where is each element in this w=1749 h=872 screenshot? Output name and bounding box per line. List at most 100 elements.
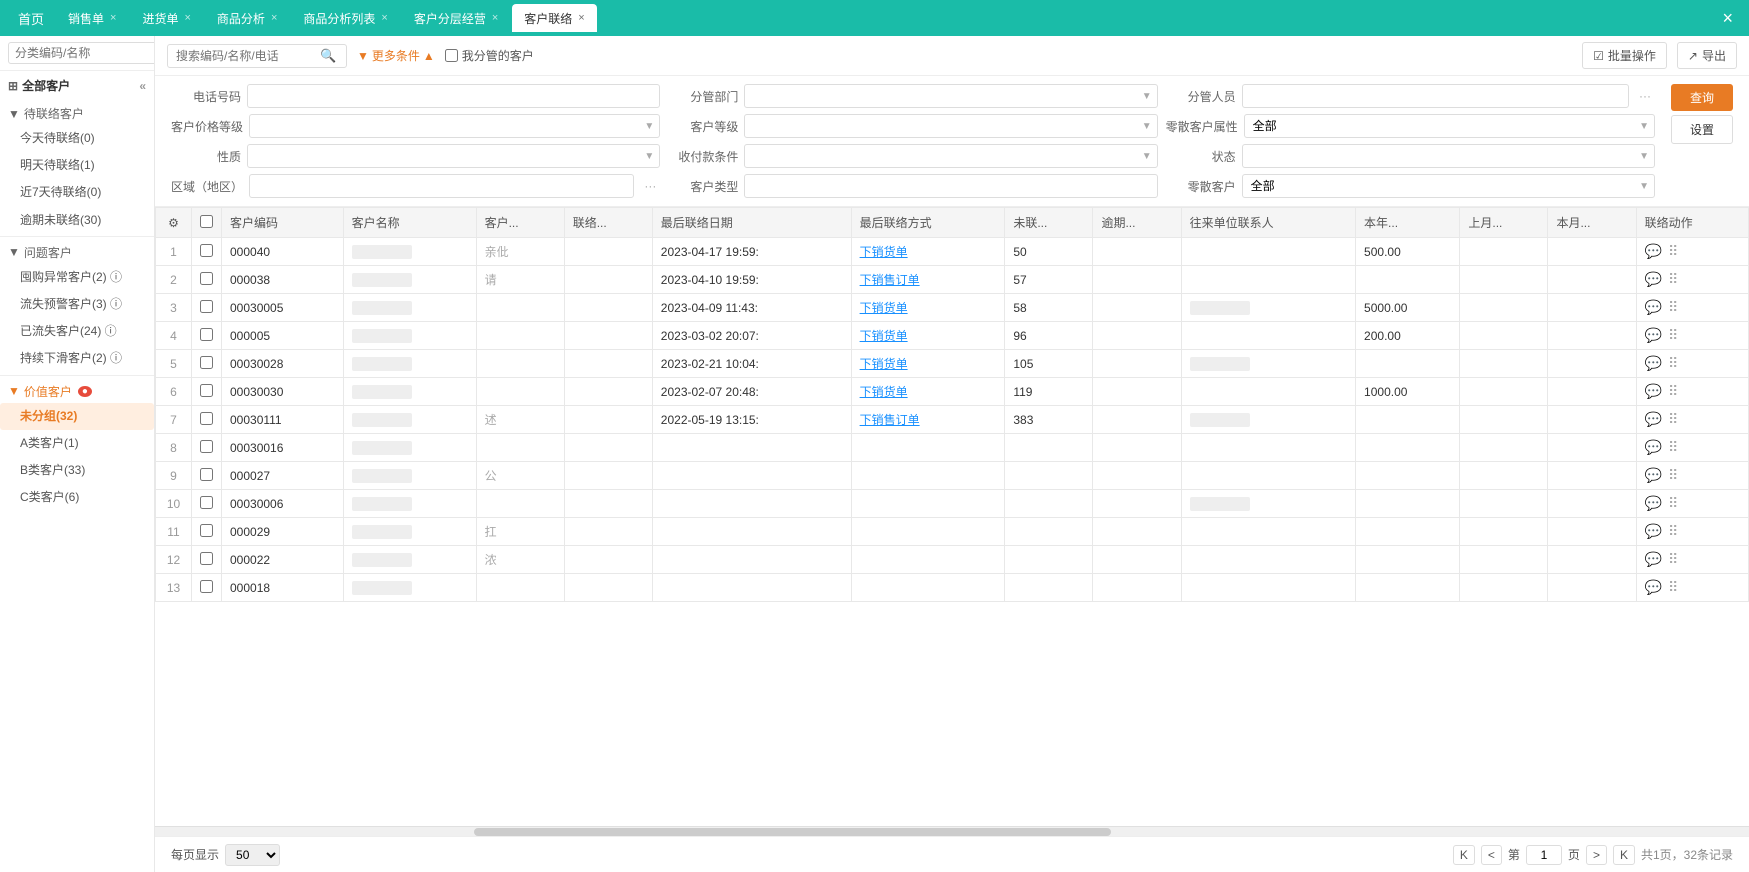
scatter-attr-select[interactable]: 全部 [1244,114,1655,138]
grid-action-icon[interactable]: ⠿ [1668,523,1678,540]
last-page-btn[interactable]: K [1613,845,1635,865]
nav-tab-goods-list[interactable]: 商品分析列表 × [291,4,399,32]
page-number-input[interactable] [1526,845,1562,865]
grid-action-icon[interactable]: ⠿ [1668,299,1678,316]
chat-icon[interactable]: 💬 [1645,355,1662,372]
nav-tab-goods-analysis[interactable]: 商品分析 × [205,4,289,32]
grid-action-icon[interactable]: ⠿ [1668,271,1678,288]
my-customers-checkbox[interactable] [445,49,458,62]
chat-icon[interactable]: 💬 [1645,383,1662,400]
close-customer-layer-tab[interactable]: × [492,12,498,24]
grid-action-icon[interactable]: ⠿ [1668,355,1678,372]
grid-action-icon[interactable]: ⠿ [1668,467,1678,484]
payment-select[interactable] [744,144,1157,168]
phone-input[interactable] [247,84,660,108]
row-check[interactable] [192,266,222,294]
nav-tab-purchase[interactable]: 进货单 × [130,4,202,32]
chat-icon[interactable]: 💬 [1645,299,1662,316]
row-check[interactable] [192,294,222,322]
col-check-all[interactable] [192,208,222,238]
sidebar-group-problem[interactable]: ▼ 问题客户 [0,239,154,264]
nav-tab-sales[interactable]: 销售单 × [56,4,128,32]
prev-page-btn[interactable]: < [1481,845,1502,865]
sidebar-item-churn-warn[interactable]: 流失预警客户(3) ⓘ [0,291,154,318]
row-check[interactable] [192,350,222,378]
nav-tab-customer-contact[interactable]: 客户联络 × [512,4,596,32]
row-check[interactable] [192,434,222,462]
sidebar-item-churned[interactable]: 已流失客户(24) ⓘ [0,318,154,345]
row-check[interactable] [192,322,222,350]
sidebar-item-overdue-pending[interactable]: 逾期未联络(30) [0,207,154,234]
dept-select[interactable] [744,84,1157,108]
chat-icon[interactable]: 💬 [1645,243,1662,260]
export-btn[interactable]: ↗ 导出 [1677,42,1737,69]
chat-icon[interactable]: 💬 [1645,411,1662,428]
close-purchase-tab[interactable]: × [184,12,190,24]
sidebar-collapse-btn[interactable]: « [139,79,146,93]
filter-more-btn[interactable]: ▼ 更多条件 ▲ [357,47,435,64]
region-dots-btn[interactable]: ··· [640,179,660,193]
grid-action-icon[interactable]: ⠿ [1668,439,1678,456]
sidebar-item-7days-pending[interactable]: 近7天待联络(0) [0,179,154,206]
row-check[interactable] [192,378,222,406]
row-check[interactable] [192,490,222,518]
chat-icon[interactable]: 💬 [1645,551,1662,568]
sidebar-item-today-pending[interactable]: 今天待联络(0) [0,125,154,152]
sidebar-search-input[interactable] [8,42,155,64]
sidebar-item-class-a[interactable]: A类客户(1) [0,430,154,457]
row-check[interactable] [192,406,222,434]
chat-icon[interactable]: 💬 [1645,467,1662,484]
next-page-btn[interactable]: > [1586,845,1607,865]
batch-ops-btn[interactable]: ☑ 批量操作 [1582,42,1667,69]
manager-input[interactable] [1242,84,1629,108]
nav-home[interactable]: 首页 [8,9,54,28]
row-check[interactable] [192,574,222,602]
search-input[interactable] [176,49,316,63]
grid-action-icon[interactable]: ⠿ [1668,411,1678,428]
my-customers-check[interactable]: 我分管的客户 [445,47,534,64]
sidebar-item-class-b[interactable]: B类客户(33) [0,457,154,484]
first-page-btn[interactable]: K [1453,845,1475,865]
grid-action-icon[interactable]: ⠿ [1668,579,1678,596]
check-all[interactable] [200,215,213,228]
customer-type-input[interactable] [744,174,1157,198]
nature-select[interactable] [247,144,660,168]
sidebar-item-ungrouped[interactable]: 未分组(32) [0,403,154,430]
region-input[interactable] [249,174,634,198]
price-grade-select[interactable] [249,114,660,138]
h-scrollbar-thumb[interactable] [474,828,1112,836]
search-icon[interactable]: 🔍 [320,48,336,64]
page-size-select[interactable]: 50100 [225,844,280,866]
reset-btn[interactable]: 设置 [1671,115,1733,144]
grid-action-icon[interactable]: ⠿ [1668,383,1678,400]
customer-grade-select[interactable] [744,114,1157,138]
h-scrollbar[interactable] [155,826,1749,836]
chat-icon[interactable]: 💬 [1645,439,1662,456]
sidebar-item-abnormal[interactable]: 囤购异常客户(2) ⓘ [0,264,154,291]
sidebar-item-class-c[interactable]: C类客户(6) [0,484,154,511]
sidebar-group-value[interactable]: ▼ 价值客户 ● [0,378,154,403]
scatter-customer-select[interactable]: 全部 [1242,174,1655,198]
chat-icon[interactable]: 💬 [1645,523,1662,540]
grid-action-icon[interactable]: ⠿ [1668,243,1678,260]
query-btn[interactable]: 查询 [1671,84,1733,111]
chat-icon[interactable]: 💬 [1645,495,1662,512]
sidebar-group-pending[interactable]: ▼ 待联络客户 [0,100,154,125]
grid-action-icon[interactable]: ⠿ [1668,551,1678,568]
sidebar-item-declining[interactable]: 持续下滑客户(2) ⓘ [0,345,154,372]
grid-action-icon[interactable]: ⠿ [1668,327,1678,344]
close-customer-contact-tab[interactable]: × [578,12,584,24]
row-check[interactable] [192,546,222,574]
close-goods-list-tab[interactable]: × [381,12,387,24]
chat-icon[interactable]: 💬 [1645,579,1662,596]
close-goods-analysis-tab[interactable]: × [271,12,277,24]
manager-dots-btn[interactable]: ··· [1635,89,1655,103]
row-check[interactable] [192,462,222,490]
chat-icon[interactable]: 💬 [1645,327,1662,344]
close-window-btn[interactable]: × [1714,8,1741,29]
grid-action-icon[interactable]: ⠿ [1668,495,1678,512]
nav-tab-customer-layer[interactable]: 客户分层经营 × [402,4,510,32]
close-sales-tab[interactable]: × [110,12,116,24]
status-select[interactable] [1242,144,1655,168]
sidebar-all-customers[interactable]: ⊞ 全部客户 « [0,71,154,100]
